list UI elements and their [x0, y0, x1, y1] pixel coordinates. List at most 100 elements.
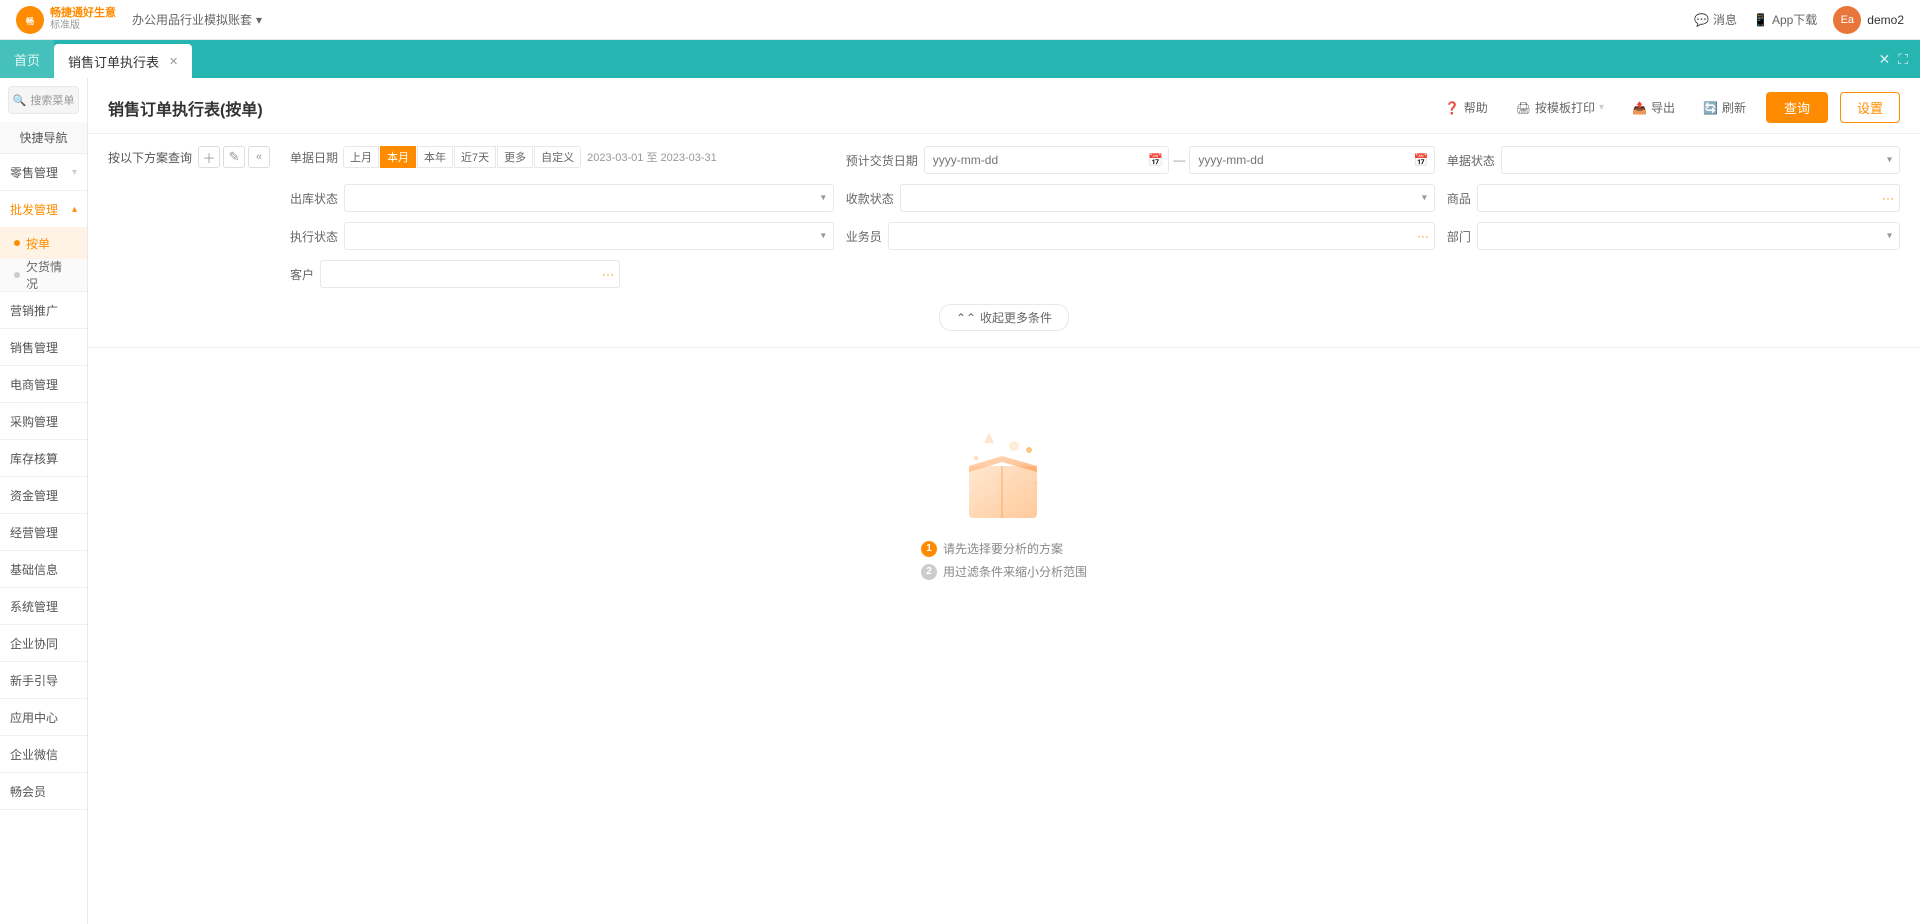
doc-status-select[interactable]: [1501, 146, 1900, 174]
nav-item-retail-arrow: ▾: [72, 167, 77, 178]
user-area[interactable]: Ea demo2: [1833, 6, 1904, 34]
salesman-input[interactable]: [888, 222, 1435, 250]
out-status-select[interactable]: [344, 184, 834, 212]
export-label: 导出: [1651, 99, 1675, 116]
breadcrumb-arrow: ▾: [256, 13, 262, 27]
nav-item-enterprise-label: 企业协同: [10, 635, 58, 652]
print-icon: 🖨: [1516, 101, 1531, 115]
forecast-date-end[interactable]: [1189, 146, 1435, 174]
nav-item-member-label: 畅会员: [10, 783, 46, 800]
nav-item-operations[interactable]: 经营管理: [0, 514, 87, 550]
refresh-btn[interactable]: 🔄 刷新: [1695, 95, 1754, 120]
doc-status-select-wrap: [1501, 146, 1900, 174]
nav-item-ecommerce[interactable]: 电商管理: [0, 366, 87, 402]
settings-btn[interactable]: 设置: [1840, 92, 1900, 123]
add-scheme-btn[interactable]: ＋: [198, 146, 220, 168]
nav-group-finance: 资金管理: [0, 477, 87, 514]
tab-sales-order[interactable]: 销售订单执行表 ✕: [54, 44, 192, 78]
nav-item-purchase[interactable]: 采购管理: [0, 403, 87, 439]
customer-input-wrap: ···: [320, 260, 620, 288]
edit-scheme-btn[interactable]: ✎: [223, 146, 245, 168]
forecast-date-start-wrap: 📅: [924, 146, 1170, 174]
query-btn[interactable]: 查询: [1766, 92, 1828, 123]
tab-home[interactable]: 首页: [0, 40, 54, 78]
nav-item-inventory[interactable]: 库存核算: [0, 440, 87, 476]
date-dash: —: [1173, 153, 1185, 167]
exec-status-area: 执行状态: [290, 222, 834, 250]
tab-close-icon[interactable]: ✕: [169, 55, 178, 68]
nav-item-wholesale[interactable]: 批发管理 ▴: [0, 191, 87, 227]
nav-item-finance-label: 资金管理: [10, 487, 58, 504]
tab-bar: 首页 销售订单执行表 ✕ ✕ ⛶: [0, 40, 1920, 78]
filter-row-3: 执行状态 业务员 ··· 部门: [108, 222, 1900, 250]
nav-item-system[interactable]: 系统管理: [0, 588, 87, 624]
nav-group-system: 系统管理: [0, 588, 87, 625]
product-ellipsis-icon[interactable]: ···: [1882, 192, 1894, 204]
calendar-start-icon[interactable]: 📅: [1148, 153, 1163, 167]
export-btn[interactable]: 📤 导出: [1624, 95, 1683, 120]
nav-item-wechat-label: 企业微信: [10, 746, 58, 763]
nav-item-wholesale-label: 批发管理: [10, 201, 58, 218]
dept-select[interactable]: [1477, 222, 1900, 250]
nav-group-sales: 销售管理: [0, 329, 87, 366]
nav-item-marketing[interactable]: 营销推广: [0, 292, 87, 328]
print-template-btn[interactable]: 🖨 按模板打印 ▾: [1508, 95, 1612, 120]
sidebar-quick-nav[interactable]: 快捷导航: [0, 122, 87, 154]
help-label: 帮助: [1464, 99, 1488, 116]
customer-area: 客户 ···: [290, 260, 1900, 288]
nav-item-finance[interactable]: 资金管理: [0, 477, 87, 513]
nav-item-retail[interactable]: 零售管理 ▾: [0, 154, 87, 190]
refresh-label: 刷新: [1722, 99, 1746, 116]
salesman-ellipsis-icon[interactable]: ···: [1417, 230, 1429, 242]
date-tab-more[interactable]: 更多: [497, 146, 533, 168]
hint-num-2: 2: [921, 564, 937, 580]
recv-status-area: 收款状态: [846, 184, 1435, 212]
search-menu-btn[interactable]: 🔍 搜索菜单: [8, 86, 79, 114]
logo-area[interactable]: 畅 畅捷通好生意 标准版: [16, 6, 116, 34]
nav-item-appcenter[interactable]: 应用中心: [0, 699, 87, 735]
collapse-scheme-btn[interactable]: «: [248, 146, 270, 168]
recv-status-select[interactable]: [900, 184, 1435, 212]
search-menu-label: 搜索菜单: [30, 92, 74, 108]
nav-item-sales-mgmt[interactable]: 销售管理: [0, 329, 87, 365]
collapse-more-btn[interactable]: ⌃⌃ 收起更多条件: [939, 304, 1069, 331]
collapse-up-icon: ⌃⌃: [956, 311, 976, 325]
forecast-date-label: 预计交货日期: [846, 152, 918, 169]
nav-group-member: 畅会员: [0, 773, 87, 810]
customer-ellipsis-icon[interactable]: ···: [602, 268, 614, 280]
tab-expand-btn[interactable]: ⛶: [1898, 51, 1908, 68]
date-tab-prev-month[interactable]: 上月: [343, 146, 379, 168]
page-container: 销售订单执行表(按单) ❓ 帮助 🖨 按模板打印 ▾ 📤 导出 🔄 刷新: [88, 78, 1920, 924]
product-input-wrap: ···: [1477, 184, 1900, 212]
nav-item-newbie[interactable]: 新手引导: [0, 662, 87, 698]
scheme-label: 按以下方案查询: [108, 149, 192, 166]
empty-box-svg: [954, 428, 1054, 528]
date-tab-custom[interactable]: 自定义: [534, 146, 581, 168]
app-download-btn[interactable]: 📱 App下载: [1753, 11, 1817, 28]
nav-item-wechat[interactable]: 企业微信: [0, 736, 87, 772]
forecast-date-start[interactable]: [924, 146, 1170, 174]
nav-item-member[interactable]: 畅会员: [0, 773, 87, 809]
date-tab-7days[interactable]: 近7天: [454, 146, 496, 168]
print-arrow-icon: ▾: [1599, 102, 1604, 113]
header-right: 💬 消息 📱 App下载 Ea demo2: [1694, 6, 1904, 34]
help-btn[interactable]: ❓ 帮助: [1437, 95, 1496, 120]
nav-group-purchase: 采购管理: [0, 403, 87, 440]
date-tab-this-month[interactable]: 本月: [380, 146, 416, 168]
nav-child-debt[interactable]: 欠货情况: [0, 259, 87, 291]
nav-item-basic[interactable]: 基础信息: [0, 551, 87, 587]
nav-item-enterprise[interactable]: 企业协同: [0, 625, 87, 661]
app-download-icon: 📱: [1753, 13, 1768, 27]
customer-input[interactable]: [320, 260, 620, 288]
collapse-row: ⌃⌃ 收起更多条件: [108, 296, 1900, 335]
message-btn[interactable]: 💬 消息: [1694, 11, 1737, 28]
exec-status-select[interactable]: [344, 222, 834, 250]
export-icon: 📤: [1632, 101, 1647, 115]
date-tab-this-year[interactable]: 本年: [417, 146, 453, 168]
nav-child-scheme[interactable]: 按单: [0, 227, 87, 259]
tab-close-window-btn[interactable]: ✕: [1878, 51, 1890, 68]
calendar-end-icon[interactable]: 📅: [1414, 153, 1429, 167]
dept-label: 部门: [1447, 228, 1471, 245]
product-input[interactable]: [1477, 184, 1900, 212]
breadcrumb[interactable]: 办公用品行业模拟账套 ▾: [132, 11, 262, 28]
